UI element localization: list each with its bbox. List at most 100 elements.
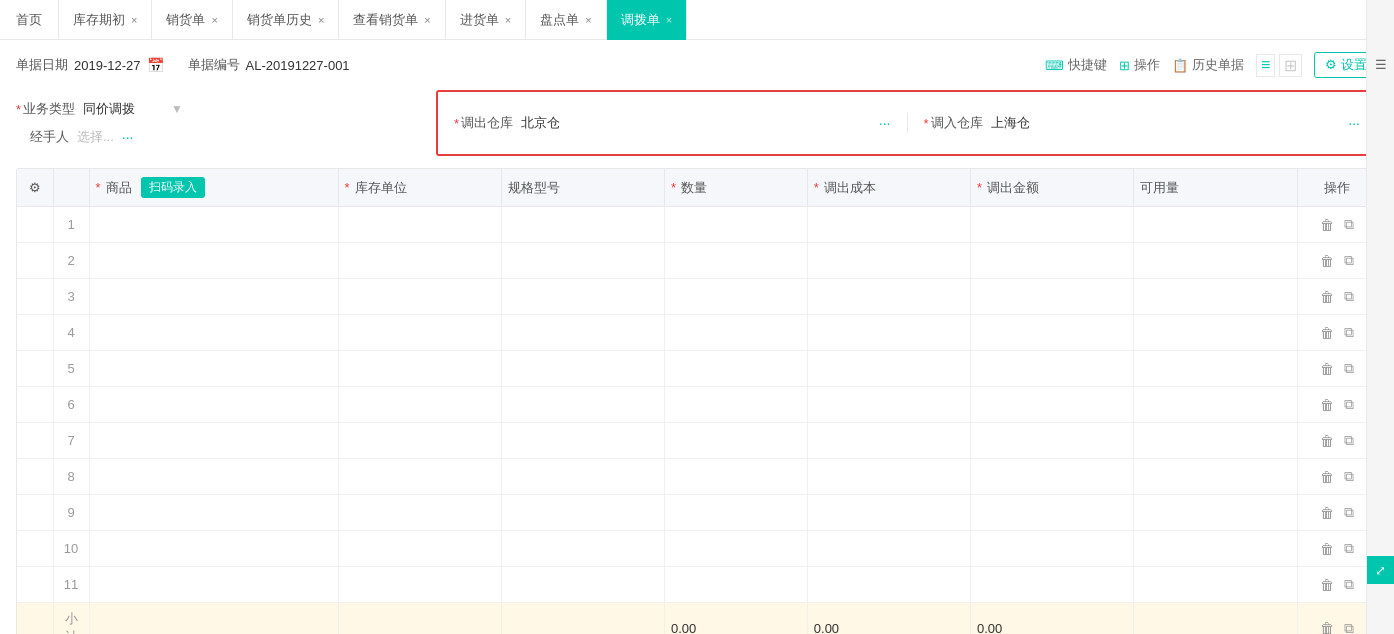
row-10-available[interactable]: [1134, 531, 1297, 567]
row-3-product[interactable]: [89, 279, 338, 315]
row-5-cost[interactable]: [807, 351, 970, 387]
delete-icon-5[interactable]: 🗑: [1318, 359, 1336, 379]
tab-inventory-init-close[interactable]: ×: [131, 14, 137, 26]
business-type-dropdown-icon[interactable]: ▼: [171, 102, 183, 116]
delete-icon-2[interactable]: 🗑: [1318, 251, 1336, 271]
row-4-spec[interactable]: [501, 315, 664, 351]
row-9-available[interactable]: [1134, 495, 1297, 531]
calendar-icon[interactable]: 📅: [147, 57, 164, 73]
row-2-cost[interactable]: [807, 243, 970, 279]
row-6-available[interactable]: [1134, 387, 1297, 423]
copy-icon-1[interactable]: ⧉: [1342, 214, 1356, 235]
row-8-amount[interactable]: [971, 459, 1134, 495]
row-1-qty[interactable]: [664, 207, 807, 243]
row-7-available[interactable]: [1134, 423, 1297, 459]
tab-transfer-close[interactable]: ×: [666, 14, 672, 26]
delete-icon[interactable]: 🗑: [1318, 575, 1336, 595]
tab-sales-history[interactable]: 销货单历史 ×: [233, 0, 339, 40]
row-4-product[interactable]: [89, 315, 338, 351]
row-8-unit[interactable]: [338, 459, 501, 495]
row-9-amount[interactable]: [971, 495, 1134, 531]
row-11-product[interactable]: [89, 567, 338, 603]
row-2-product[interactable]: [89, 243, 338, 279]
row-5-product[interactable]: [89, 351, 338, 387]
tab-purchase-order-close[interactable]: ×: [505, 14, 511, 26]
row-10-amount[interactable]: [971, 531, 1134, 567]
row-6-product[interactable]: [89, 387, 338, 423]
row-11-amount[interactable]: [971, 567, 1134, 603]
sidebar-expand-icon[interactable]: ⤢: [1367, 556, 1395, 584]
row-10-qty[interactable]: [664, 531, 807, 567]
copy-icon-6[interactable]: ⧉: [1342, 394, 1356, 415]
row-2-unit[interactable]: [338, 243, 501, 279]
copy-icon-8[interactable]: ⧉: [1342, 466, 1356, 487]
row-2-available[interactable]: [1134, 243, 1297, 279]
tab-transfer[interactable]: 调拨单 ×: [607, 0, 687, 40]
sidebar-list-icon[interactable]: ☰: [1367, 50, 1395, 78]
delete-icon-8[interactable]: 🗑: [1318, 467, 1336, 487]
row-3-qty[interactable]: [664, 279, 807, 315]
tab-inventory-count-close[interactable]: ×: [585, 14, 591, 26]
business-type-value[interactable]: 同价调拨: [83, 100, 163, 118]
copy-icon-2[interactable]: ⧉: [1342, 250, 1356, 271]
row-5-amount[interactable]: [971, 351, 1134, 387]
copy-icon-5[interactable]: ⧉: [1342, 358, 1356, 379]
row-8-product[interactable]: [89, 459, 338, 495]
handler-placeholder[interactable]: 选择...: [77, 128, 114, 146]
row-1-amount[interactable]: [971, 207, 1134, 243]
tab-view-sales[interactable]: 查看销货单 ×: [339, 0, 445, 40]
warehouse-in-more-icon[interactable]: ···: [1348, 115, 1360, 131]
tab-view-sales-close[interactable]: ×: [424, 14, 430, 26]
row-8-cost[interactable]: [807, 459, 970, 495]
row-6-cost[interactable]: [807, 387, 970, 423]
row-3-spec[interactable]: [501, 279, 664, 315]
row-6-qty[interactable]: [664, 387, 807, 423]
row-8-qty[interactable]: [664, 459, 807, 495]
delete-icon-7[interactable]: 🗑: [1318, 431, 1336, 451]
delete-icon-9[interactable]: 🗑: [1318, 503, 1336, 523]
warehouse-out-more-icon[interactable]: ···: [879, 115, 891, 131]
subtotal-delete-icon[interactable]: 🗑: [1318, 618, 1336, 634]
shortcut-action[interactable]: ⌨ 快捷键: [1045, 56, 1107, 74]
row-6-amount[interactable]: [971, 387, 1134, 423]
row-11-unit[interactable]: [338, 567, 501, 603]
row-7-spec[interactable]: [501, 423, 664, 459]
row-7-qty[interactable]: [664, 423, 807, 459]
row-8-spec[interactable]: [501, 459, 664, 495]
operations-action[interactable]: ⊞ 操作: [1119, 56, 1160, 74]
row-2-amount[interactable]: [971, 243, 1134, 279]
copy-icon[interactable]: ⧉: [1342, 574, 1356, 595]
row-9-product[interactable]: [89, 495, 338, 531]
row-1-product[interactable]: [89, 207, 338, 243]
row-5-spec[interactable]: [501, 351, 664, 387]
row-9-cost[interactable]: [807, 495, 970, 531]
row-7-unit[interactable]: [338, 423, 501, 459]
row-11-available[interactable]: [1134, 567, 1297, 603]
delete-icon-4[interactable]: 🗑: [1318, 323, 1336, 343]
delete-icon-10[interactable]: 🗑: [1318, 539, 1336, 559]
tab-inventory-count[interactable]: 盘点单 ×: [526, 0, 606, 40]
grid-view-icon[interactable]: ⊞: [1279, 54, 1302, 77]
row-3-unit[interactable]: [338, 279, 501, 315]
row-9-qty[interactable]: [664, 495, 807, 531]
tab-sales-history-close[interactable]: ×: [318, 14, 324, 26]
row-4-qty[interactable]: [664, 315, 807, 351]
row-3-available[interactable]: [1134, 279, 1297, 315]
history-action[interactable]: 📋 历史单据: [1172, 56, 1244, 74]
row-5-unit[interactable]: [338, 351, 501, 387]
row-6-spec[interactable]: [501, 387, 664, 423]
tab-sales-order[interactable]: 销货单 ×: [152, 0, 232, 40]
copy-icon-10[interactable]: ⧉: [1342, 538, 1356, 559]
row-4-cost[interactable]: [807, 315, 970, 351]
copy-icon-3[interactable]: ⧉: [1342, 286, 1356, 307]
copy-icon-4[interactable]: ⧉: [1342, 322, 1356, 343]
row-7-product[interactable]: [89, 423, 338, 459]
row-10-spec[interactable]: [501, 531, 664, 567]
tab-sales-order-close[interactable]: ×: [211, 14, 217, 26]
row-7-cost[interactable]: [807, 423, 970, 459]
row-5-qty[interactable]: [664, 351, 807, 387]
row-5-available[interactable]: [1134, 351, 1297, 387]
row-11-qty[interactable]: [664, 567, 807, 603]
row-4-available[interactable]: [1134, 315, 1297, 351]
row-10-unit[interactable]: [338, 531, 501, 567]
